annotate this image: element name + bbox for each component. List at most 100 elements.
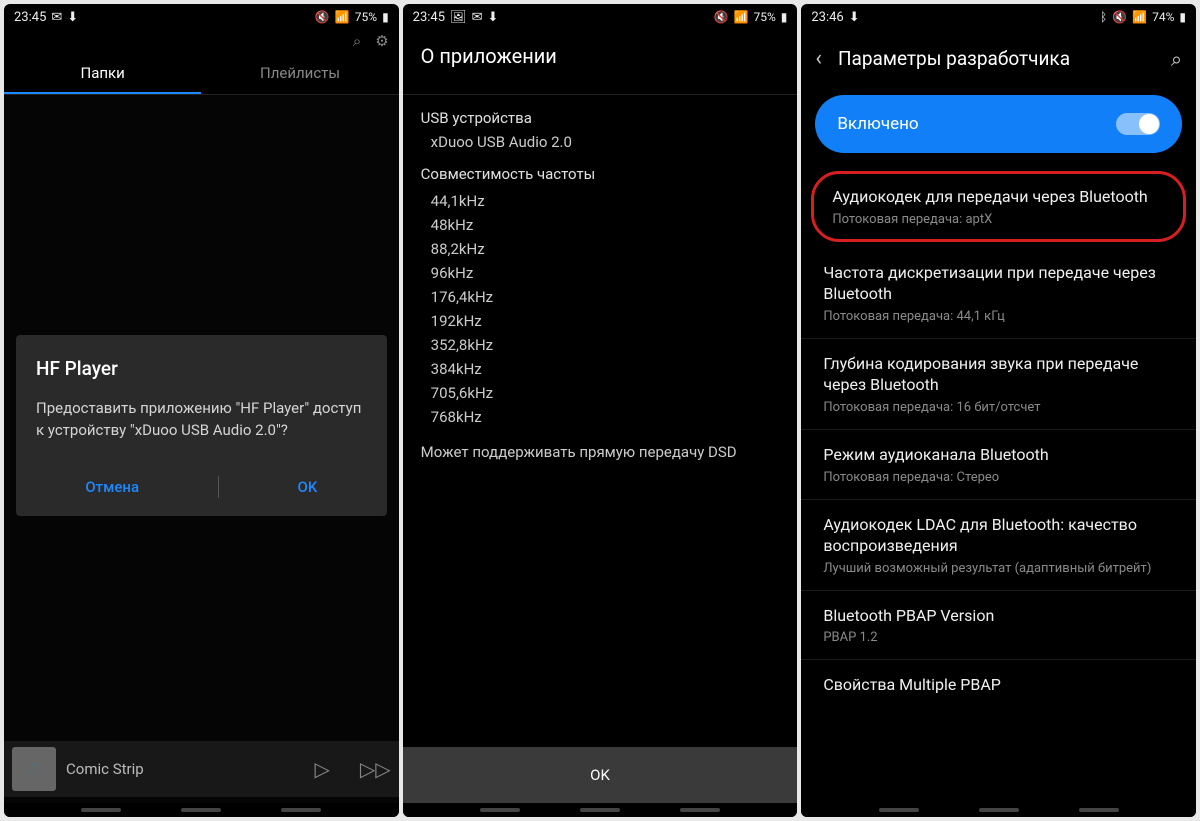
- button-separator: [218, 476, 219, 498]
- setting-title: Свойства Multiple PBAP: [823, 674, 1174, 696]
- phone-left: 23:45 ✉ ⬇ 🔇 📶 75% ▮ ⌕ ⚙ Папки Плейлисты …: [4, 4, 399, 817]
- setting-bt-audio-codec[interactable]: Аудиокодек для передачи через Bluetooth …: [811, 171, 1186, 242]
- setting-title: Аудиокодек для передачи через Bluetooth: [832, 186, 1165, 208]
- status-bar: 23:45 🖼 ✉ ⬇ 🔇 📶 75% ▮: [403, 4, 798, 28]
- wifi-icon: 📶: [335, 10, 350, 24]
- setting-title: Аудиокодек LDAC для Bluetooth: качество …: [823, 514, 1174, 557]
- nav-bar: [801, 803, 1196, 817]
- battery-icon: ▮: [781, 10, 788, 24]
- setting-subtitle: Потоковая передача: 44,1 кГц: [823, 309, 1174, 324]
- ok-button[interactable]: OK: [403, 747, 798, 803]
- about-title: О приложении: [403, 28, 798, 95]
- setting-ldac-quality[interactable]: Аудиокодек LDAC для Bluetooth: качество …: [801, 500, 1196, 591]
- freq-item: 48kHz: [431, 213, 780, 237]
- nav-home[interactable]: [181, 808, 221, 812]
- nav-back[interactable]: [281, 808, 321, 812]
- phone-right: 23:46 ⬇ ᛒ 🔇 📶 74% ▮ ‹ Параметры разработ…: [801, 4, 1196, 817]
- notification-icon: ✉: [472, 10, 483, 25]
- now-playing-bar[interactable]: 🎵 Comic Strip ▷ ▷▷: [4, 741, 399, 797]
- freq-item: 768kHz: [431, 405, 780, 429]
- play-icon[interactable]: ▷: [315, 757, 330, 781]
- dialog-title: HF Player: [36, 357, 367, 380]
- setting-subtitle: PBAP 1.2: [823, 630, 1174, 645]
- battery-icon: ▮: [382, 10, 389, 24]
- track-title: Comic Strip: [66, 760, 144, 778]
- setting-subtitle: Лучший возможный результат (адаптивный б…: [823, 561, 1174, 576]
- album-art: 🎵: [12, 747, 56, 791]
- player-tabs: ⌕ ⚙ Папки Плейлисты: [4, 28, 399, 95]
- nav-bar: [4, 803, 399, 817]
- freq-item: 705,6kHz: [431, 381, 780, 405]
- battery-text: 75%: [753, 10, 775, 24]
- nav-recents[interactable]: [81, 808, 121, 812]
- nav-back[interactable]: [680, 808, 720, 812]
- setting-title: Частота дискретизации при передаче через…: [823, 262, 1174, 305]
- permission-dialog: HF Player Предоставить приложению "HF Pl…: [16, 335, 387, 516]
- battery-icon: ▮: [1179, 10, 1186, 24]
- player-body: HF Player Предоставить приложению "HF Pl…: [4, 95, 399, 803]
- settings-list: Аудиокодек для передачи через Bluetooth …: [801, 171, 1196, 803]
- usb-device-value: xDuoo USB Audio 2.0: [421, 133, 780, 151]
- status-bar: 23:46 ⬇ ᛒ 🔇 📶 74% ▮: [801, 4, 1196, 28]
- dialog-message: Предоставить приложению "HF Player" дост…: [36, 398, 367, 442]
- freq-item: 176,4kHz: [431, 285, 780, 309]
- clock: 23:45: [14, 10, 46, 25]
- frequency-list: 44,1kHz 48kHz 88,2kHz 96kHz 176,4kHz 192…: [421, 189, 780, 429]
- freq-item: 44,1kHz: [431, 189, 780, 213]
- battery-text: 75%: [355, 10, 377, 24]
- nav-recents[interactable]: [480, 808, 520, 812]
- setting-pbap-version[interactable]: Bluetooth PBAP Version PBAP 1.2: [801, 591, 1196, 661]
- usb-devices-label: USB устройства: [421, 109, 780, 127]
- setting-subtitle: Потоковая передача: Стерео: [823, 470, 1174, 485]
- freq-item: 384kHz: [431, 357, 780, 381]
- notification-icon: ⬇: [67, 10, 78, 25]
- next-icon[interactable]: ▷▷: [360, 757, 391, 781]
- back-icon[interactable]: ‹: [815, 46, 822, 71]
- notification-icon: 🖼: [450, 10, 467, 25]
- mute-icon: 🔇: [1112, 10, 1127, 24]
- freq-item: 96kHz: [431, 261, 780, 285]
- clock: 23:46: [811, 10, 843, 25]
- status-bar: 23:45 ✉ ⬇ 🔇 📶 75% ▮: [4, 4, 399, 28]
- nav-home[interactable]: [979, 808, 1019, 812]
- nav-recents[interactable]: [879, 808, 919, 812]
- battery-text: 74%: [1152, 10, 1174, 24]
- freq-item: 88,2kHz: [431, 237, 780, 261]
- cancel-button[interactable]: Отмена: [65, 468, 159, 506]
- setting-subtitle: Потоковая передача: aptX: [832, 212, 1165, 227]
- about-body: USB устройства xDuoo USB Audio 2.0 Совме…: [403, 95, 798, 747]
- settings-icon[interactable]: ⚙: [375, 32, 388, 50]
- setting-title: Глубина кодирования звука при передаче ч…: [823, 353, 1174, 396]
- setting-title: Bluetooth PBAP Version: [823, 605, 1174, 627]
- page-title: Параметры разработчика: [838, 47, 1155, 70]
- mute-icon: 🔇: [315, 10, 330, 24]
- bluetooth-icon: ᛒ: [1100, 10, 1107, 24]
- wifi-icon: 📶: [734, 10, 749, 24]
- dsd-note: Может поддерживать прямую передачу DSD: [421, 443, 780, 461]
- wifi-icon: 📶: [1132, 10, 1147, 24]
- setting-bt-sample-rate[interactable]: Частота дискретизации при передаче через…: [801, 248, 1196, 339]
- setting-multiple-pbap[interactable]: Свойства Multiple PBAP: [801, 660, 1196, 714]
- master-toggle-label: Включено: [837, 114, 918, 134]
- switch-icon[interactable]: [1116, 113, 1160, 135]
- freq-item: 192kHz: [431, 309, 780, 333]
- master-toggle[interactable]: Включено: [815, 95, 1182, 153]
- tab-playlists[interactable]: Плейлисты: [201, 56, 398, 94]
- clock: 23:45: [413, 10, 445, 25]
- notification-icon: ⬇: [849, 10, 860, 25]
- search-icon[interactable]: ⌕: [1171, 47, 1182, 71]
- phone-middle: 23:45 🖼 ✉ ⬇ 🔇 📶 75% ▮ О приложении USB у…: [403, 4, 798, 817]
- nav-bar: [403, 803, 798, 817]
- setting-bt-bit-depth[interactable]: Глубина кодирования звука при передаче ч…: [801, 339, 1196, 430]
- search-icon[interactable]: ⌕: [353, 32, 361, 50]
- freq-compat-label: Совместимость частоты: [421, 165, 780, 183]
- nav-back[interactable]: [1079, 808, 1119, 812]
- settings-header: ‹ Параметры разработчика ⌕: [801, 28, 1196, 89]
- setting-subtitle: Потоковая передача: 16 бит/отсчет: [823, 400, 1174, 415]
- ok-button[interactable]: OK: [278, 468, 338, 506]
- tab-folders[interactable]: Папки: [4, 56, 201, 94]
- setting-bt-channel-mode[interactable]: Режим аудиоканала Bluetooth Потоковая пе…: [801, 430, 1196, 500]
- nav-home[interactable]: [580, 808, 620, 812]
- freq-item: 352,8kHz: [431, 333, 780, 357]
- notification-icon: ✉: [51, 10, 62, 25]
